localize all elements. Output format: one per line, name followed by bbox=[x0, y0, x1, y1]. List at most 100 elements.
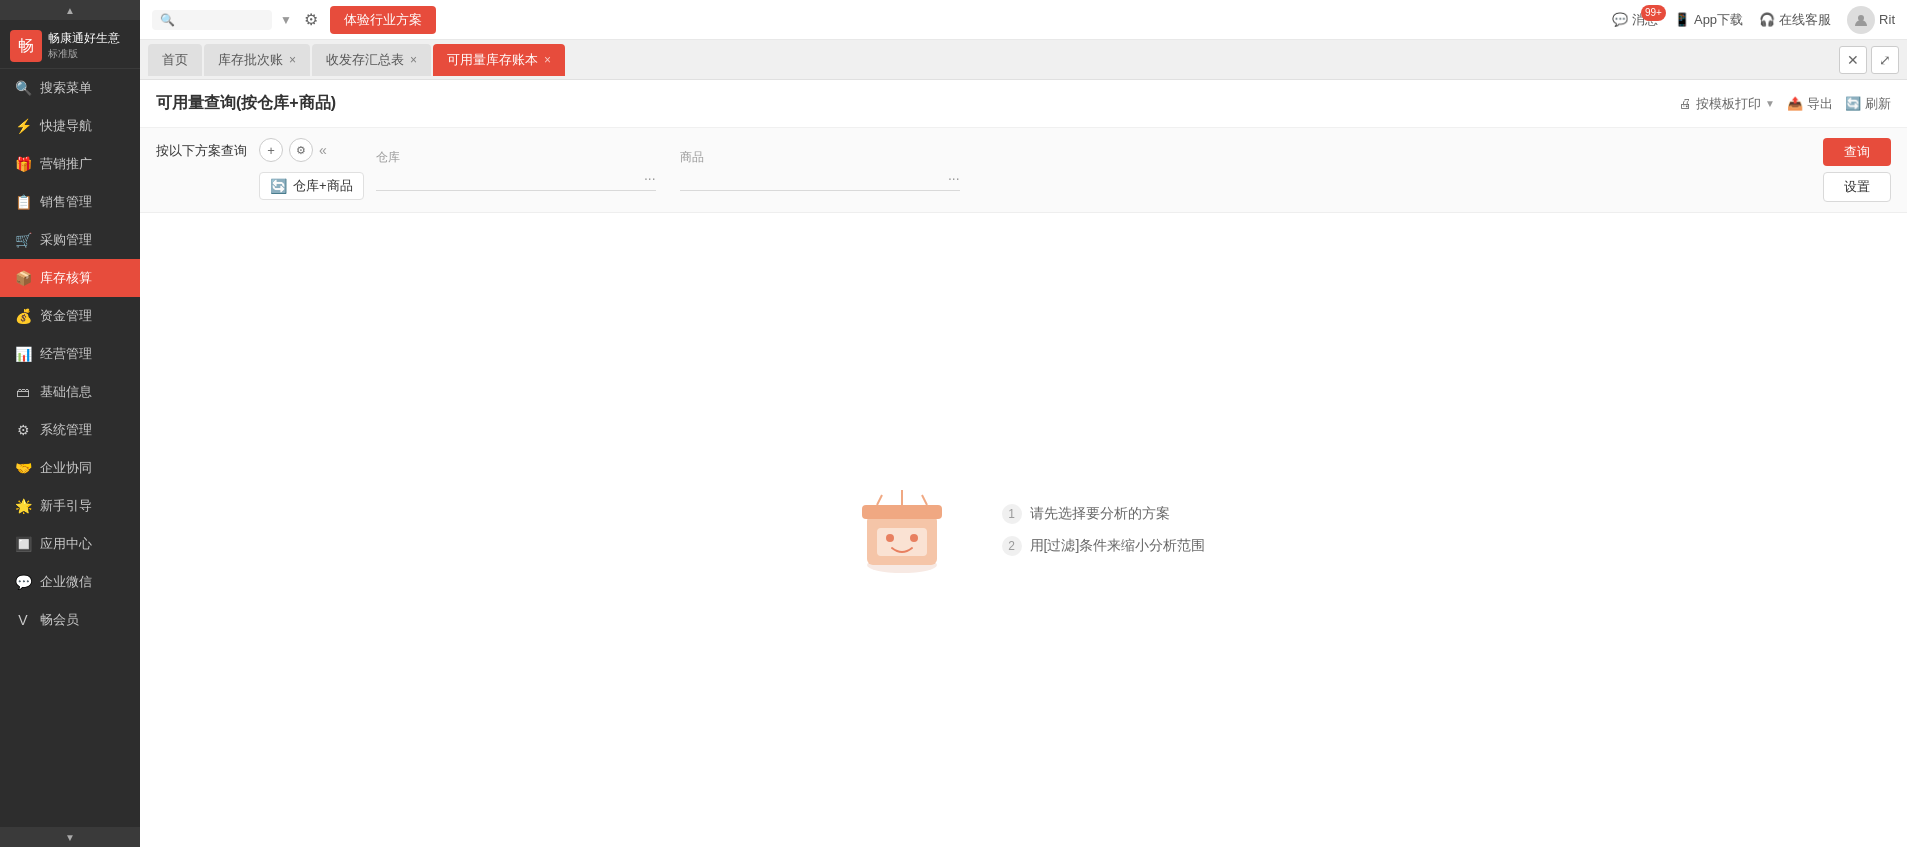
tab-close-storage-summary[interactable]: × bbox=[410, 53, 417, 67]
logo-text: 畅康通好生意 标准版 bbox=[48, 31, 120, 61]
appcenter-icon: 🔲 bbox=[14, 535, 32, 553]
goods-select-button[interactable]: ··· bbox=[948, 170, 960, 186]
refresh-icon: 🔄 bbox=[1845, 96, 1861, 111]
sidebar-item-marketing[interactable]: 🎁 营销推广 bbox=[0, 145, 140, 183]
messages-button[interactable]: 💬 消息 99+ bbox=[1612, 11, 1658, 29]
header-dropdown-icon[interactable]: ▼ bbox=[280, 13, 292, 27]
sidebar-item-guide[interactable]: 🌟 新手引导 bbox=[0, 487, 140, 525]
tab-close-batch-account[interactable]: × bbox=[289, 53, 296, 67]
message-icon: 💬 bbox=[1612, 12, 1628, 27]
warehouse-select-button[interactable]: ··· bbox=[644, 170, 656, 186]
main-content: 🔍 ▼ ⚙ 体验行业方案 💬 消息 99+ 📱 App下载 🎧 在线客服 bbox=[140, 0, 1907, 847]
svg-point-6 bbox=[910, 534, 918, 542]
company-icon: 🤝 bbox=[14, 459, 32, 477]
print-dropdown-icon[interactable]: ▼ bbox=[1765, 98, 1775, 109]
sidebar: ▲ 畅 畅康通好生意 标准版 🔍 搜索菜单 ⚡ 快捷导航 🎁 营销推广 📋 销售… bbox=[0, 0, 140, 847]
goods-input[interactable] bbox=[680, 171, 944, 186]
tab-available-ledger[interactable]: 可用量库存账本 × bbox=[433, 44, 565, 76]
filter-label: 按以下方案查询 bbox=[156, 138, 247, 160]
tab-bar-right: ✕ ⤢ bbox=[1839, 46, 1899, 74]
page-header: 可用量查询(按仓库+商品) 🖨 按模板打印 ▼ 📤 导出 🔄 刷新 bbox=[140, 80, 1907, 128]
warehouse-input[interactable] bbox=[376, 171, 640, 186]
sidebar-item-shortcut[interactable]: ⚡ 快捷导航 bbox=[0, 107, 140, 145]
query-button[interactable]: 查询 bbox=[1823, 138, 1891, 166]
refresh-button[interactable]: 🔄 刷新 bbox=[1845, 95, 1891, 113]
tab-close-all-button[interactable]: ✕ bbox=[1839, 46, 1867, 74]
add-scheme-button[interactable]: + bbox=[259, 138, 283, 162]
sidebar-item-appcenter[interactable]: 🔲 应用中心 bbox=[0, 525, 140, 563]
user-profile[interactable]: Rit bbox=[1847, 6, 1895, 34]
filter-scheme-controls: + ⚙ « 🔄 仓库+商品 bbox=[259, 138, 364, 200]
sidebar-item-purchase[interactable]: 🛒 采购管理 bbox=[0, 221, 140, 259]
tab-home[interactable]: 首页 bbox=[148, 44, 202, 76]
svg-point-5 bbox=[886, 534, 894, 542]
page-area: 可用量查询(按仓库+商品) 🖨 按模板打印 ▼ 📤 导出 🔄 刷新 按以下 bbox=[140, 80, 1907, 847]
sidebar-item-sales[interactable]: 📋 销售管理 bbox=[0, 183, 140, 221]
header-search-icon: 🔍 bbox=[160, 13, 175, 27]
collapse-filter-button[interactable]: « bbox=[319, 142, 327, 158]
sales-icon: 📋 bbox=[14, 193, 32, 211]
scheme-warehouse-goods[interactable]: 🔄 仓库+商品 bbox=[259, 172, 364, 200]
sidebar-item-search[interactable]: 🔍 搜索菜单 bbox=[0, 69, 140, 107]
header-right: 💬 消息 99+ 📱 App下载 🎧 在线客服 Rit bbox=[1612, 6, 1895, 34]
online-service-button[interactable]: 🎧 在线客服 bbox=[1759, 11, 1831, 29]
tab-close-available-ledger[interactable]: × bbox=[544, 53, 551, 67]
operation-icon: 📊 bbox=[14, 345, 32, 363]
settings-button[interactable]: 设置 bbox=[1823, 172, 1891, 202]
sidebar-item-operation[interactable]: 📊 经营管理 bbox=[0, 335, 140, 373]
sidebar-logo: 畅 畅康通好生意 标准版 bbox=[0, 20, 140, 69]
page-title: 可用量查询(按仓库+商品) bbox=[156, 93, 1679, 114]
export-button[interactable]: 📤 导出 bbox=[1787, 95, 1833, 113]
guide-icon: 🌟 bbox=[14, 497, 32, 515]
export-icon: 📤 bbox=[1787, 96, 1803, 111]
industry-solution-button[interactable]: 体验行业方案 bbox=[330, 6, 436, 34]
tab-batch-account[interactable]: 库存批次账 × bbox=[204, 44, 310, 76]
wechat-icon: 💬 bbox=[14, 573, 32, 591]
filter-panel: 按以下方案查询 + ⚙ « 🔄 仓库+商品 仓库 ··· bbox=[140, 128, 1907, 213]
logo-icon: 畅 bbox=[10, 30, 42, 62]
page-header-actions: 🖨 按模板打印 ▼ 📤 导出 🔄 刷新 bbox=[1679, 95, 1891, 113]
header-search-box[interactable]: 🔍 bbox=[152, 10, 272, 30]
tab-storage-summary[interactable]: 收发存汇总表 × bbox=[312, 44, 431, 76]
empty-text: 1 请先选择要分析的方案 2 用[过滤]条件来缩小分析范围 bbox=[1002, 504, 1206, 556]
sidebar-item-system[interactable]: ⚙ 系统管理 bbox=[0, 411, 140, 449]
header-gear-icon[interactable]: ⚙ bbox=[300, 6, 322, 33]
sidebar-scroll-up[interactable]: ▲ bbox=[0, 0, 140, 20]
sidebar-scroll-down[interactable]: ▼ bbox=[0, 827, 140, 847]
empty-illustration bbox=[842, 470, 962, 590]
goods-filter-field: 商品 ··· bbox=[680, 149, 960, 191]
step-num-1: 1 bbox=[1002, 504, 1022, 524]
filter-conditions: 仓库 ··· 商品 ··· 查询 设置 bbox=[376, 138, 1891, 202]
member-icon: V bbox=[14, 611, 32, 629]
inventory-icon: 📦 bbox=[14, 269, 32, 287]
sidebar-item-company[interactable]: 🤝 企业协同 bbox=[0, 449, 140, 487]
sidebar-item-wechat[interactable]: 💬 企业微信 bbox=[0, 563, 140, 601]
sidebar-item-basic[interactable]: 🗃 基础信息 bbox=[0, 373, 140, 411]
goods-label: 商品 bbox=[680, 149, 960, 166]
warehouse-input-row: ··· bbox=[376, 170, 656, 191]
sidebar-item-finance[interactable]: 💰 资金管理 bbox=[0, 297, 140, 335]
app-download-button[interactable]: 📱 App下载 bbox=[1674, 11, 1743, 29]
top-header: 🔍 ▼ ⚙ 体验行业方案 💬 消息 99+ 📱 App下载 🎧 在线客服 bbox=[140, 0, 1907, 40]
sidebar-item-member[interactable]: V 畅会员 bbox=[0, 601, 140, 639]
sidebar-item-inventory[interactable]: 📦 库存核算 bbox=[0, 259, 140, 297]
print-button[interactable]: 🖨 按模板打印 ▼ bbox=[1679, 95, 1775, 113]
warehouse-filter-field: 仓库 ··· bbox=[376, 149, 656, 191]
tab-bar: 首页 库存批次账 × 收发存汇总表 × 可用量库存账本 × ✕ ⤢ bbox=[140, 40, 1907, 80]
shortcut-icon: ⚡ bbox=[14, 117, 32, 135]
tab-maximize-button[interactable]: ⤢ bbox=[1871, 46, 1899, 74]
phone-icon: 📱 bbox=[1674, 12, 1690, 27]
svg-rect-3 bbox=[862, 505, 942, 519]
system-icon: ⚙ bbox=[14, 421, 32, 439]
search-nav-icon: 🔍 bbox=[14, 79, 32, 97]
headset-icon: 🎧 bbox=[1759, 12, 1775, 27]
avatar bbox=[1847, 6, 1875, 34]
header-search-input[interactable] bbox=[179, 13, 259, 27]
svg-line-9 bbox=[922, 495, 927, 505]
empty-step-1: 1 请先选择要分析的方案 bbox=[1002, 504, 1206, 524]
purchase-icon: 🛒 bbox=[14, 231, 32, 249]
sidebar-nav: 🔍 搜索菜单 ⚡ 快捷导航 🎁 营销推广 📋 销售管理 🛒 采购管理 📦 库存核… bbox=[0, 69, 140, 827]
finance-icon: 💰 bbox=[14, 307, 32, 325]
scheme-settings-button[interactable]: ⚙ bbox=[289, 138, 313, 162]
basic-icon: 🗃 bbox=[14, 383, 32, 401]
